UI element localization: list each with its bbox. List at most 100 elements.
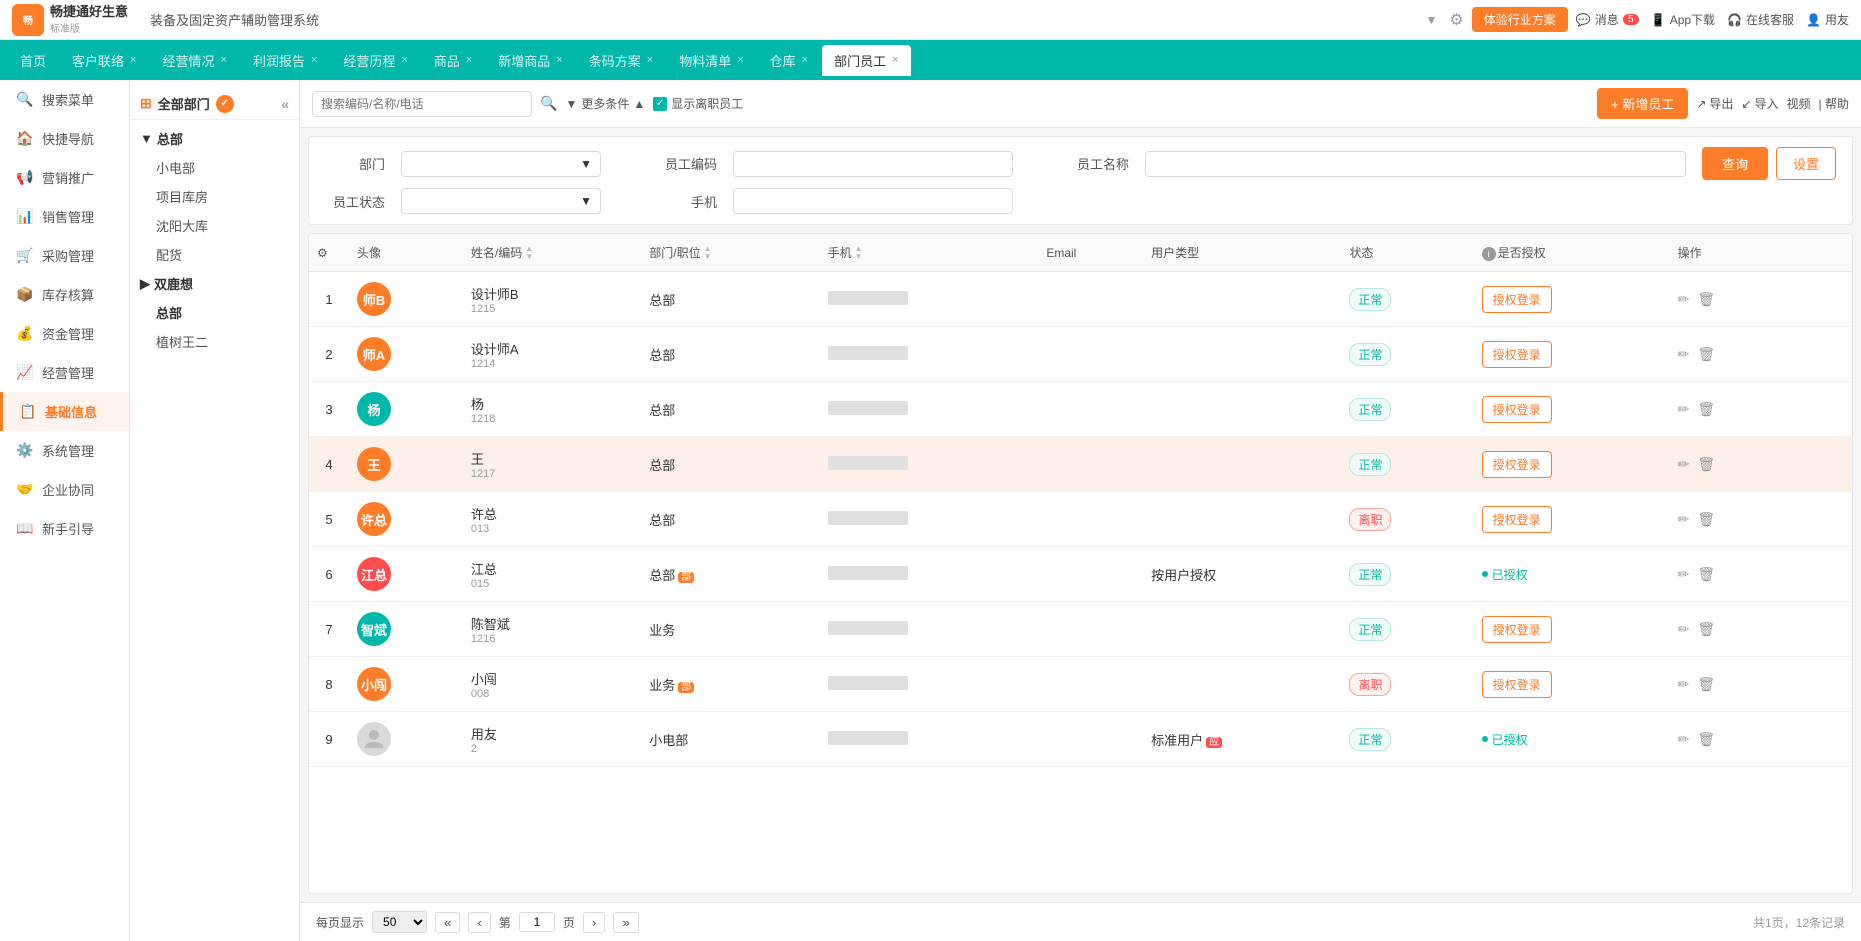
auth-login-button[interactable]: 授权登录 bbox=[1482, 341, 1552, 368]
info-icon[interactable]: i bbox=[1482, 247, 1496, 261]
edit-icon[interactable]: ✏ bbox=[1678, 291, 1690, 308]
sidebar-item-finance[interactable]: 💰 资金管理 bbox=[0, 314, 129, 353]
emp-status-select[interactable]: ▼ bbox=[401, 188, 601, 214]
edit-icon[interactable]: ✏ bbox=[1678, 511, 1690, 528]
tab-new-goods[interactable]: 新增商品× bbox=[486, 45, 574, 76]
tab-close[interactable]: × bbox=[802, 54, 808, 66]
emp-code-input[interactable] bbox=[733, 151, 1013, 177]
tab-close[interactable]: × bbox=[311, 54, 317, 66]
page-size-select[interactable]: 50 10 20 100 bbox=[372, 911, 427, 933]
tab-employees[interactable]: 部门员工× bbox=[822, 45, 910, 76]
help-button[interactable]: | 帮助 bbox=[1819, 95, 1849, 112]
sidebar-item-marketing[interactable]: 📢 营销推广 bbox=[0, 158, 129, 197]
add-employee-button[interactable]: + 新增员工 bbox=[1597, 88, 1688, 119]
tab-close[interactable]: × bbox=[647, 54, 653, 66]
edit-icon[interactable]: ✏ bbox=[1678, 566, 1690, 583]
tab-barcode[interactable]: 条码方案× bbox=[577, 45, 665, 76]
tab-close[interactable]: × bbox=[401, 54, 407, 66]
auth-login-button[interactable]: 授权登录 bbox=[1482, 286, 1552, 313]
sidebar-item-search[interactable]: 🔍 搜索菜单 bbox=[0, 80, 129, 119]
tab-history[interactable]: 经营历程× bbox=[331, 45, 419, 76]
th-name-code[interactable]: 姓名/编码 ▲▼ bbox=[463, 234, 641, 272]
tab-close[interactable]: × bbox=[737, 54, 743, 66]
page-number-input[interactable] bbox=[519, 912, 555, 932]
auth-login-button[interactable]: 授权登录 bbox=[1482, 671, 1552, 698]
video-button[interactable]: 视频 bbox=[1787, 95, 1811, 112]
app-download-button[interactable]: 📱 App下载 bbox=[1651, 11, 1715, 28]
dept-node-shuanglu[interactable]: ▶ 双鹿想 bbox=[130, 269, 299, 298]
settings-icon[interactable]: ⚙ bbox=[1449, 10, 1463, 30]
tab-close[interactable]: × bbox=[556, 54, 562, 66]
message-button[interactable]: 💬 消息 5 bbox=[1576, 11, 1639, 28]
delete-icon[interactable]: 🗑 bbox=[1697, 566, 1715, 583]
system-dropdown-icon[interactable]: ▼ bbox=[1426, 13, 1438, 27]
delete-icon[interactable]: 🗑 bbox=[1697, 291, 1715, 308]
edit-icon[interactable]: ✏ bbox=[1678, 401, 1690, 418]
delete-icon[interactable]: 🗑 bbox=[1697, 346, 1715, 363]
tab-close[interactable]: × bbox=[892, 54, 898, 66]
edit-icon[interactable]: ✏ bbox=[1678, 731, 1690, 748]
tab-close[interactable]: × bbox=[130, 54, 136, 66]
tab-close[interactable]: × bbox=[220, 54, 226, 66]
dept-filter-select[interactable]: ▼ bbox=[401, 151, 601, 177]
dept-node-zhishu[interactable]: 植树王二 bbox=[130, 327, 299, 356]
delete-icon[interactable]: 🗑 bbox=[1697, 511, 1715, 528]
dept-node-shenyang[interactable]: 沈阳大库 bbox=[130, 211, 299, 240]
tab-warehouse[interactable]: 仓库× bbox=[758, 45, 820, 76]
th-settings[interactable]: ⚙ bbox=[309, 234, 349, 272]
trial-button[interactable]: 体验行业方案 bbox=[1472, 7, 1568, 32]
delete-icon[interactable]: 🗑 bbox=[1697, 731, 1715, 748]
tree-collapse-button[interactable]: « bbox=[281, 96, 289, 112]
prev-page-button[interactable]: ‹ bbox=[468, 912, 490, 933]
search-button[interactable]: 🔍 bbox=[540, 95, 557, 112]
tab-close[interactable]: × bbox=[466, 54, 472, 66]
dept-node-zongbu-expand[interactable]: ▼ 总部 bbox=[130, 124, 299, 153]
sidebar-item-basic[interactable]: 📋 基础信息 bbox=[0, 392, 129, 431]
tab-profit[interactable]: 利润报告× bbox=[241, 45, 329, 76]
sidebar-item-operations[interactable]: 📈 经营管理 bbox=[0, 353, 129, 392]
next-page-button[interactable]: › bbox=[583, 912, 605, 933]
tab-operations[interactable]: 经营情况× bbox=[150, 45, 238, 76]
delete-icon[interactable]: 🗑 bbox=[1697, 401, 1715, 418]
edit-icon[interactable]: ✏ bbox=[1678, 456, 1690, 473]
search-input[interactable] bbox=[312, 91, 532, 117]
first-page-button[interactable]: « bbox=[435, 912, 460, 933]
dept-node-peihuo[interactable]: 配货 bbox=[130, 240, 299, 269]
delete-icon[interactable]: 🗑 bbox=[1697, 456, 1715, 473]
sidebar-item-sales[interactable]: 📊 销售管理 bbox=[0, 197, 129, 236]
tab-customer[interactable]: 客户联络× bbox=[60, 45, 148, 76]
user-button[interactable]: 👤 用友 bbox=[1806, 11, 1849, 28]
delete-icon[interactable]: 🗑 bbox=[1697, 676, 1715, 693]
auth-login-button[interactable]: 授权登录 bbox=[1482, 616, 1552, 643]
tab-goods[interactable]: 商品× bbox=[422, 45, 484, 76]
th-dept-position[interactable]: 部门/职位 ▲▼ bbox=[641, 234, 819, 272]
last-page-button[interactable]: » bbox=[613, 912, 638, 933]
sidebar-item-guide[interactable]: 📖 新手引导 bbox=[0, 509, 129, 548]
phone-input[interactable] bbox=[733, 188, 1013, 214]
tab-bom[interactable]: 物料清单× bbox=[667, 45, 755, 76]
auth-login-button[interactable]: 授权登录 bbox=[1482, 396, 1552, 423]
sidebar-item-shortcut[interactable]: 🏠 快捷导航 bbox=[0, 119, 129, 158]
dept-node-xiaodibu[interactable]: 小电部 bbox=[130, 153, 299, 182]
query-button[interactable]: 查询 bbox=[1702, 147, 1768, 180]
sidebar-item-inventory[interactable]: 📦 库存核算 bbox=[0, 275, 129, 314]
import-button[interactable]: ↙ 导入 bbox=[1741, 95, 1778, 112]
emp-name-input[interactable] bbox=[1145, 151, 1686, 177]
online-service-button[interactable]: 🎧 在线客服 bbox=[1727, 11, 1794, 28]
th-phone[interactable]: 手机 ▲▼ bbox=[820, 234, 1039, 272]
dept-node-zongbu2[interactable]: 总部 bbox=[130, 298, 299, 327]
sidebar-item-purchase[interactable]: 🛒 采购管理 bbox=[0, 236, 129, 275]
auth-login-button[interactable]: 授权登录 bbox=[1482, 506, 1552, 533]
show-inactive-toggle[interactable]: ✓ 显示离职员工 bbox=[653, 95, 743, 112]
dept-node-xiangmu[interactable]: 项目库房 bbox=[130, 182, 299, 211]
edit-icon[interactable]: ✏ bbox=[1678, 621, 1690, 638]
more-conditions-button[interactable]: ▼ 更多条件 ▲ bbox=[565, 95, 645, 112]
sidebar-item-system[interactable]: ⚙️ 系统管理 bbox=[0, 431, 129, 470]
edit-icon[interactable]: ✏ bbox=[1678, 346, 1690, 363]
edit-icon[interactable]: ✏ bbox=[1678, 676, 1690, 693]
reset-button[interactable]: 设置 bbox=[1776, 147, 1836, 180]
sidebar-item-enterprise[interactable]: 🤝 企业协同 bbox=[0, 470, 129, 509]
tab-home[interactable]: 首页 bbox=[8, 45, 58, 76]
delete-icon[interactable]: 🗑 bbox=[1697, 621, 1715, 638]
export-button[interactable]: ↗ 导出 bbox=[1696, 95, 1733, 112]
